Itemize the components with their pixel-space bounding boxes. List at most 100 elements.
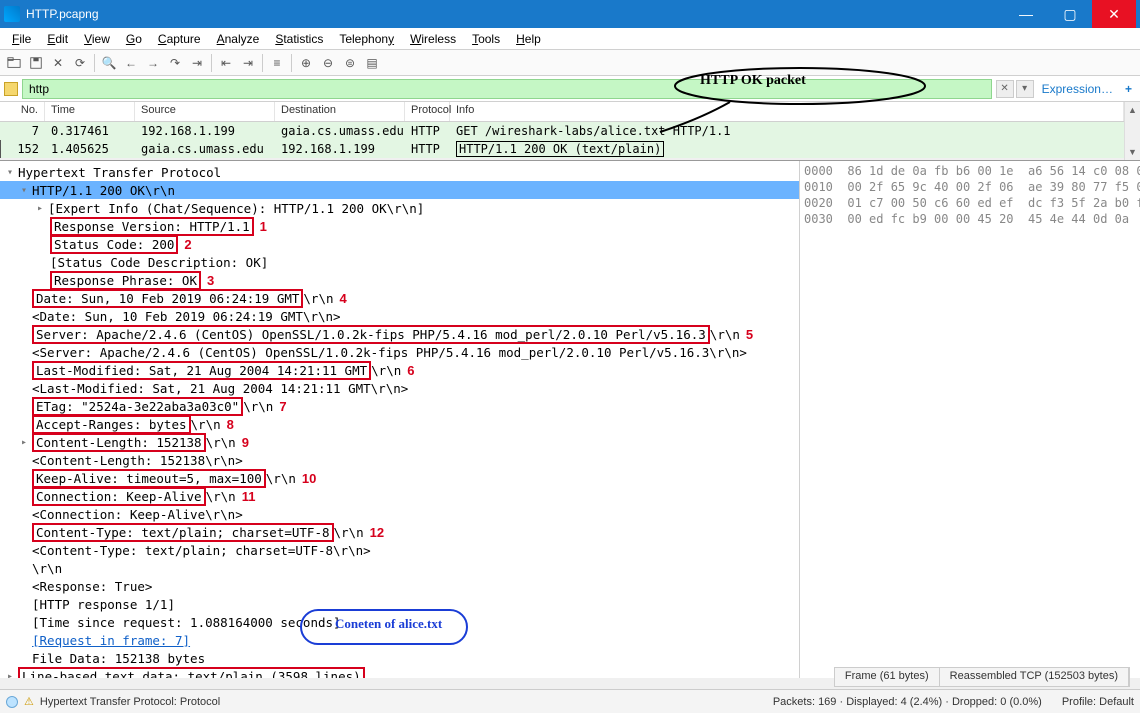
expression-button[interactable]: Expression… <box>1038 82 1117 96</box>
app-icon <box>4 6 20 22</box>
toolbar-goto-icon[interactable]: ⇥ <box>187 53 207 73</box>
status-packets: Packets: 169 · Displayed: 4 (2.4%) · Dro… <box>773 696 1042 708</box>
file-data: File Data: 152138 bytes <box>30 651 205 666</box>
menu-bar: File Edit View Go Capture Analyze Statis… <box>0 28 1140 50</box>
status-bar: ⚠ Hypertext Transfer Protocol: Protocol … <box>0 689 1140 713</box>
status-code: Status Code: 200 <box>50 235 178 254</box>
tab-reassembled[interactable]: Reassembled TCP (152503 bytes) <box>940 668 1129 686</box>
expert-info: [Expert Info (Chat/Sequence): HTTP/1.1 2… <box>46 201 424 216</box>
annot-num-1: 1 <box>260 219 267 234</box>
response-phrase: Response Phrase: OK <box>50 271 201 290</box>
hex-row: 0020 01 c7 00 50 c6 60 ed ef dc f3 5f 2a… <box>804 195 1136 211</box>
expand-icon[interactable]: ▸ <box>18 437 30 448</box>
col-no[interactable]: No. <box>0 102 45 121</box>
toolbar-last-icon[interactable]: ⇥ <box>238 53 258 73</box>
menu-go[interactable]: Go <box>118 30 150 48</box>
collapse-icon[interactable]: ▾ <box>18 185 30 196</box>
packet-details-pane[interactable]: ▾Hypertext Transfer Protocol ▾HTTP/1.1 2… <box>0 161 800 678</box>
annot-num-12: 12 <box>370 525 384 540</box>
toolbar-save-icon[interactable] <box>26 53 46 73</box>
toolbar-first-icon[interactable]: ⇤ <box>216 53 236 73</box>
col-source[interactable]: Source <box>135 102 275 121</box>
toolbar-fwd-icon[interactable]: → <box>143 53 163 73</box>
filter-bar: ✕ ▾ Expression… + <box>0 76 1140 102</box>
bytes-tabs: Frame (61 bytes) Reassembled TCP (152503… <box>834 667 1130 687</box>
tab-frame[interactable]: Frame (61 bytes) <box>835 668 940 686</box>
hdr-connection: Connection: Keep-Alive <box>32 487 206 506</box>
menu-telephony[interactable]: Telephony <box>331 30 402 48</box>
time-since-request: [Time since request: 1.088164000 seconds… <box>30 615 341 630</box>
packet-row-selected[interactable]: 152 1.405625 gaia.cs.umass.edu 192.168.1… <box>0 140 1124 158</box>
annot-content-text: Coneten of alice.txt <box>335 616 442 632</box>
line-based-text-data: Line-based text data: text/plain (3598 l… <box>18 667 365 679</box>
toolbar-resize-icon[interactable]: ▤ <box>362 53 382 73</box>
expand-icon[interactable]: ▸ <box>4 671 16 679</box>
annot-num-3: 3 <box>207 273 214 288</box>
toolbar-back-icon[interactable]: ← <box>121 53 141 73</box>
toolbar-open-icon[interactable] <box>4 53 24 73</box>
toolbar-zoomin-icon[interactable]: ⊕ <box>296 53 316 73</box>
menu-edit[interactable]: Edit <box>39 30 76 48</box>
status-profile[interactable]: Profile: Default <box>1062 696 1134 708</box>
packet-row[interactable]: 7 0.317461 192.168.1.199 gaia.cs.umass.e… <box>0 122 1124 140</box>
menu-wireless[interactable]: Wireless <box>402 30 464 48</box>
toolbar-zoomreset-icon[interactable]: ⊜ <box>340 53 360 73</box>
menu-help[interactable]: Help <box>508 30 549 48</box>
toolbar: ✕ ⟳ 🔍 ← → ↷ ⇥ ⇤ ⇥ ≡ ⊕ ⊖ ⊜ ▤ <box>0 50 1140 76</box>
packet-bytes-pane[interactable]: 0000 86 1d de 0a fb b6 00 1e a6 56 14 c0… <box>800 161 1140 678</box>
toolbar-jump-icon[interactable]: ↷ <box>165 53 185 73</box>
hdr-server: Server: Apache/2.4.6 (CentOS) OpenSSL/1.… <box>32 325 710 344</box>
request-in-frame-link[interactable]: [Request in frame: 7] <box>30 633 190 648</box>
maximize-button[interactable]: ▢ <box>1048 0 1092 28</box>
close-button[interactable]: ✕ <box>1092 0 1136 28</box>
hdr-date: Date: Sun, 10 Feb 2019 06:24:19 GMT <box>32 289 303 308</box>
filter-bookmark-icon[interactable] <box>4 82 18 96</box>
status-desc: [Status Code Description: OK] <box>48 255 268 270</box>
hdr-last-modified-raw: <Last-Modified: Sat, 21 Aug 2004 14:21:1… <box>30 381 408 396</box>
col-time[interactable]: Time <box>45 102 135 121</box>
menu-file-label: ile <box>19 32 31 46</box>
col-info[interactable]: Info <box>450 102 1124 121</box>
annot-num-9: 9 <box>242 435 249 450</box>
hex-row: 0000 86 1d de 0a fb b6 00 1e a6 56 14 c0… <box>804 163 1136 179</box>
menu-file[interactable]: File <box>4 30 39 48</box>
hdr-content-type: Content-Type: text/plain; charset=UTF-8 <box>32 523 334 542</box>
toolbar-reload-icon[interactable]: ⟳ <box>70 53 90 73</box>
hdr-server-raw: <Server: Apache/2.4.6 (CentOS) OpenSSL/1… <box>30 345 747 360</box>
col-destination[interactable]: Destination <box>275 102 405 121</box>
status-expert-icon[interactable]: ⚠ <box>24 695 34 708</box>
annot-num-7: 7 <box>279 399 286 414</box>
annot-num-6: 6 <box>407 363 414 378</box>
annot-num-8: 8 <box>227 417 234 432</box>
hdr-keep-alive: Keep-Alive: timeout=5, max=100 <box>32 469 266 488</box>
display-filter-input[interactable] <box>22 79 992 99</box>
hex-row: 0010 00 2f 65 9c 40 00 2f 06 ae 39 80 77… <box>804 179 1136 195</box>
hdr-content-length-raw: <Content-Length: 152138\r\n> <box>30 453 243 468</box>
expand-icon[interactable]: ▸ <box>34 203 46 214</box>
hdr-date-raw: <Date: Sun, 10 Feb 2019 06:24:19 GMT\r\n… <box>30 309 341 324</box>
filter-add-button[interactable]: + <box>1121 82 1136 96</box>
menu-statistics[interactable]: Statistics <box>267 30 331 48</box>
annot-num-11: 11 <box>242 489 256 504</box>
filter-clear-icon[interactable]: ✕ <box>996 80 1014 98</box>
hdr-content-type-raw: <Content-Type: text/plain; charset=UTF-8… <box>30 543 371 558</box>
toolbar-zoomout-icon[interactable]: ⊖ <box>318 53 338 73</box>
col-protocol[interactable]: Protocol <box>405 102 450 121</box>
toolbar-autoscroll-icon[interactable]: ≡ <box>267 53 287 73</box>
hdr-etag: ETag: "2524a-3e22aba3a03c0" <box>32 397 243 416</box>
toolbar-close-icon[interactable]: ✕ <box>48 53 68 73</box>
toolbar-find-icon[interactable]: 🔍 <box>99 53 119 73</box>
minimize-button[interactable]: — <box>1004 0 1048 28</box>
menu-view[interactable]: View <box>76 30 118 48</box>
packet-list-scrollbar[interactable]: ▲▼ <box>1124 102 1140 160</box>
http-response-idx: [HTTP response 1/1] <box>30 597 175 612</box>
menu-capture[interactable]: Capture <box>150 30 209 48</box>
selected-info-box: HTTP/1.1 200 OK (text/plain) <box>456 141 664 157</box>
filter-dropdown-icon[interactable]: ▾ <box>1016 80 1034 98</box>
menu-analyze[interactable]: Analyze <box>209 30 268 48</box>
hdr-content-length: Content-Length: 152138 <box>32 433 206 452</box>
menu-tools[interactable]: Tools <box>464 30 508 48</box>
hex-row: 0030 00 ed fc b9 00 00 45 20 45 4e 44 0d… <box>804 211 1136 227</box>
collapse-icon[interactable]: ▾ <box>4 167 16 178</box>
response-true: <Response: True> <box>30 579 152 594</box>
